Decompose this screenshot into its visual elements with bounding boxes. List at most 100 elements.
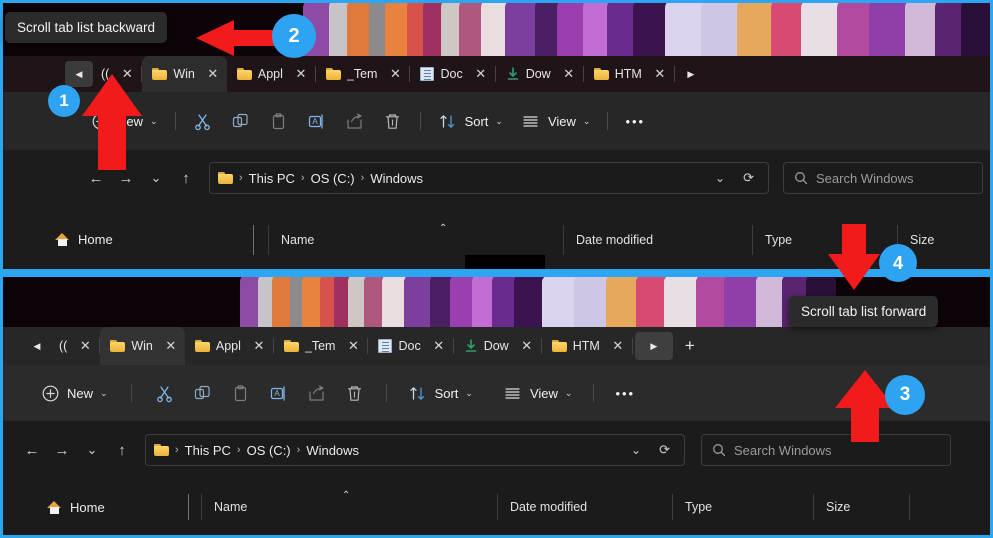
tab-item-appl[interactable]: Appl ✕ <box>227 56 315 92</box>
tab-close-icon[interactable]: ✕ <box>610 338 626 354</box>
previous-locations-button[interactable]: ⌄ <box>709 171 731 185</box>
share-button[interactable] <box>336 106 374 136</box>
rename-button[interactable]: A <box>260 378 298 408</box>
breadcrumb-item-this-pc[interactable]: This PC <box>249 171 295 186</box>
tab-item-htm[interactable]: HTM ✕ <box>542 327 632 365</box>
breadcrumb[interactable]: › This PC › OS (C:) › Windows ⌄ ⟳ <box>209 162 769 194</box>
previous-locations-button[interactable]: ⌄ <box>625 443 647 457</box>
delete-button[interactable] <box>374 106 412 136</box>
tab-item-appl[interactable]: Appl ✕ <box>185 327 273 365</box>
pane-splitter[interactable] <box>188 494 189 520</box>
recent-locations-button[interactable]: ⌄ <box>141 163 171 193</box>
column-header-size[interactable]: Size <box>898 233 988 247</box>
column-label: Size <box>910 232 935 247</box>
forward-button[interactable]: → <box>47 435 77 465</box>
view-button[interactable]: View ⌄ <box>512 106 600 136</box>
paste-button[interactable] <box>260 106 298 136</box>
sort-button[interactable]: Sort ⌄ <box>399 378 482 408</box>
sort-button[interactable]: Sort ⌄ <box>429 106 512 136</box>
tab-label: Appl <box>257 67 283 81</box>
refresh-button[interactable]: ⟳ <box>653 442 676 458</box>
tab-item-temp[interactable]: _Tem ✕ <box>274 327 368 365</box>
up-button[interactable]: ↑ <box>107 435 137 465</box>
command-bar-top: New ⌄ A Sort ⌄ View ⌄ ••• <box>3 92 990 150</box>
tab-close-icon[interactable]: ✕ <box>519 338 535 354</box>
search-input[interactable]: Search Windows <box>734 443 832 458</box>
share-button[interactable] <box>298 378 336 408</box>
up-button[interactable]: ↑ <box>171 163 201 193</box>
tab-close-icon[interactable]: ✕ <box>561 66 577 82</box>
scroll-tab-list-forward-button[interactable]: ▶ <box>677 61 705 87</box>
column-header-date-modified[interactable]: Date modified <box>564 233 752 247</box>
tab-strip-top[interactable]: ◀ (( ✕ Win ✕ Appl ✕ _Tem ✕ Doc ✕ Dow ✕ H… <box>3 56 990 92</box>
tab-item-downloads[interactable]: Dow ✕ <box>496 56 583 92</box>
rename-button[interactable]: A <box>298 106 336 136</box>
tab-item-htm[interactable]: HTM ✕ <box>584 56 674 92</box>
paste-button[interactable] <box>222 378 260 408</box>
annotation-badge-1: 1 <box>48 85 80 117</box>
column-label: Type <box>685 500 713 514</box>
tab-close-icon[interactable]: ✕ <box>345 338 361 354</box>
column-header-name[interactable]: Name ⌃ <box>202 490 497 514</box>
tab-item-windows[interactable]: Win ✕ <box>142 56 227 92</box>
breadcrumb[interactable]: › This PC › OS (C:) › Windows ⌄ ⟳ <box>145 434 685 466</box>
view-button-label: View <box>529 385 558 401</box>
new-tab-button[interactable]: + <box>675 336 705 356</box>
sort-ascending-icon: ⌃ <box>342 490 351 501</box>
tab-close-icon[interactable]: ✕ <box>77 338 93 354</box>
tab-item-documents[interactable]: Doc ✕ <box>410 56 494 92</box>
breadcrumb-item-this-pc[interactable]: This PC <box>185 443 231 458</box>
tab-item-documents[interactable]: Doc ✕ <box>368 327 452 365</box>
see-more-button[interactable]: ••• <box>606 378 644 408</box>
column-header-type[interactable]: Type <box>673 500 813 514</box>
tab-label: HTM <box>614 67 642 81</box>
tab-close-icon[interactable]: ✕ <box>163 338 179 354</box>
see-more-button[interactable]: ••• <box>616 106 654 136</box>
tab-close-icon[interactable]: ✕ <box>387 66 403 82</box>
scroll-tab-list-forward-button[interactable]: ▶ <box>634 332 673 360</box>
cut-button[interactable] <box>184 106 222 136</box>
scroll-tab-list-forward-tooltip: Scroll tab list forward <box>789 296 939 327</box>
tab-label: Appl <box>215 339 241 353</box>
search-box[interactable]: Search Windows <box>783 162 983 194</box>
tab-item-downloads[interactable]: Dow ✕ <box>454 327 541 365</box>
column-label: Date modified <box>576 232 654 247</box>
refresh-button[interactable]: ⟳ <box>737 170 760 186</box>
tab-strip-bottom[interactable]: ◀ (( ✕ Win ✕ Appl ✕ _Tem ✕ Doc ✕ Dow ✕ H… <box>3 327 990 365</box>
tab-close-icon[interactable]: ✕ <box>293 66 309 82</box>
cut-button[interactable] <box>146 378 184 408</box>
nav-pane-home-item[interactable]: Home <box>3 500 163 515</box>
tab-close-icon[interactable]: ✕ <box>473 66 489 82</box>
breadcrumb-item-windows[interactable]: Windows <box>370 171 423 186</box>
delete-button[interactable] <box>336 378 374 408</box>
tab-item-temp[interactable]: _Tem ✕ <box>316 56 410 92</box>
chevron-down-icon: ⌄ <box>582 115 591 126</box>
sort-button-label: Sort <box>464 113 489 129</box>
copy-button[interactable] <box>184 378 222 408</box>
tab-item-partial[interactable]: (( ✕ <box>53 327 99 365</box>
recent-locations-button[interactable]: ⌄ <box>77 435 107 465</box>
search-box[interactable]: Search Windows <box>701 434 951 466</box>
column-header-date-modified[interactable]: Date modified <box>498 500 672 514</box>
share-icon <box>345 111 365 131</box>
tab-close-icon[interactable]: ✕ <box>251 338 267 354</box>
column-header-size[interactable]: Size <box>814 500 909 514</box>
breadcrumb-item-windows[interactable]: Windows <box>306 443 359 458</box>
pane-splitter[interactable] <box>253 224 254 255</box>
search-input[interactable]: Search Windows <box>816 171 914 186</box>
nav-pane-home-item[interactable]: Home <box>3 232 188 247</box>
tab-close-icon[interactable]: ✕ <box>205 66 221 82</box>
document-icon <box>378 339 393 353</box>
view-button[interactable]: View ⌄ <box>494 378 582 408</box>
tab-close-icon[interactable]: ✕ <box>652 66 668 82</box>
new-button[interactable]: New ⌄ <box>31 378 117 408</box>
copy-button[interactable] <box>222 106 260 136</box>
column-header-name[interactable]: Name ⌃ <box>269 223 563 247</box>
back-button[interactable]: ← <box>17 435 47 465</box>
tab-item-windows[interactable]: Win ✕ <box>100 327 185 365</box>
breadcrumb-item-os-c[interactable]: OS (C:) <box>247 443 291 458</box>
column-label: Name <box>281 232 315 247</box>
breadcrumb-item-os-c[interactable]: OS (C:) <box>311 171 355 186</box>
scroll-tab-list-backward-button[interactable]: ◀ <box>23 333 51 359</box>
tab-close-icon[interactable]: ✕ <box>431 338 447 354</box>
